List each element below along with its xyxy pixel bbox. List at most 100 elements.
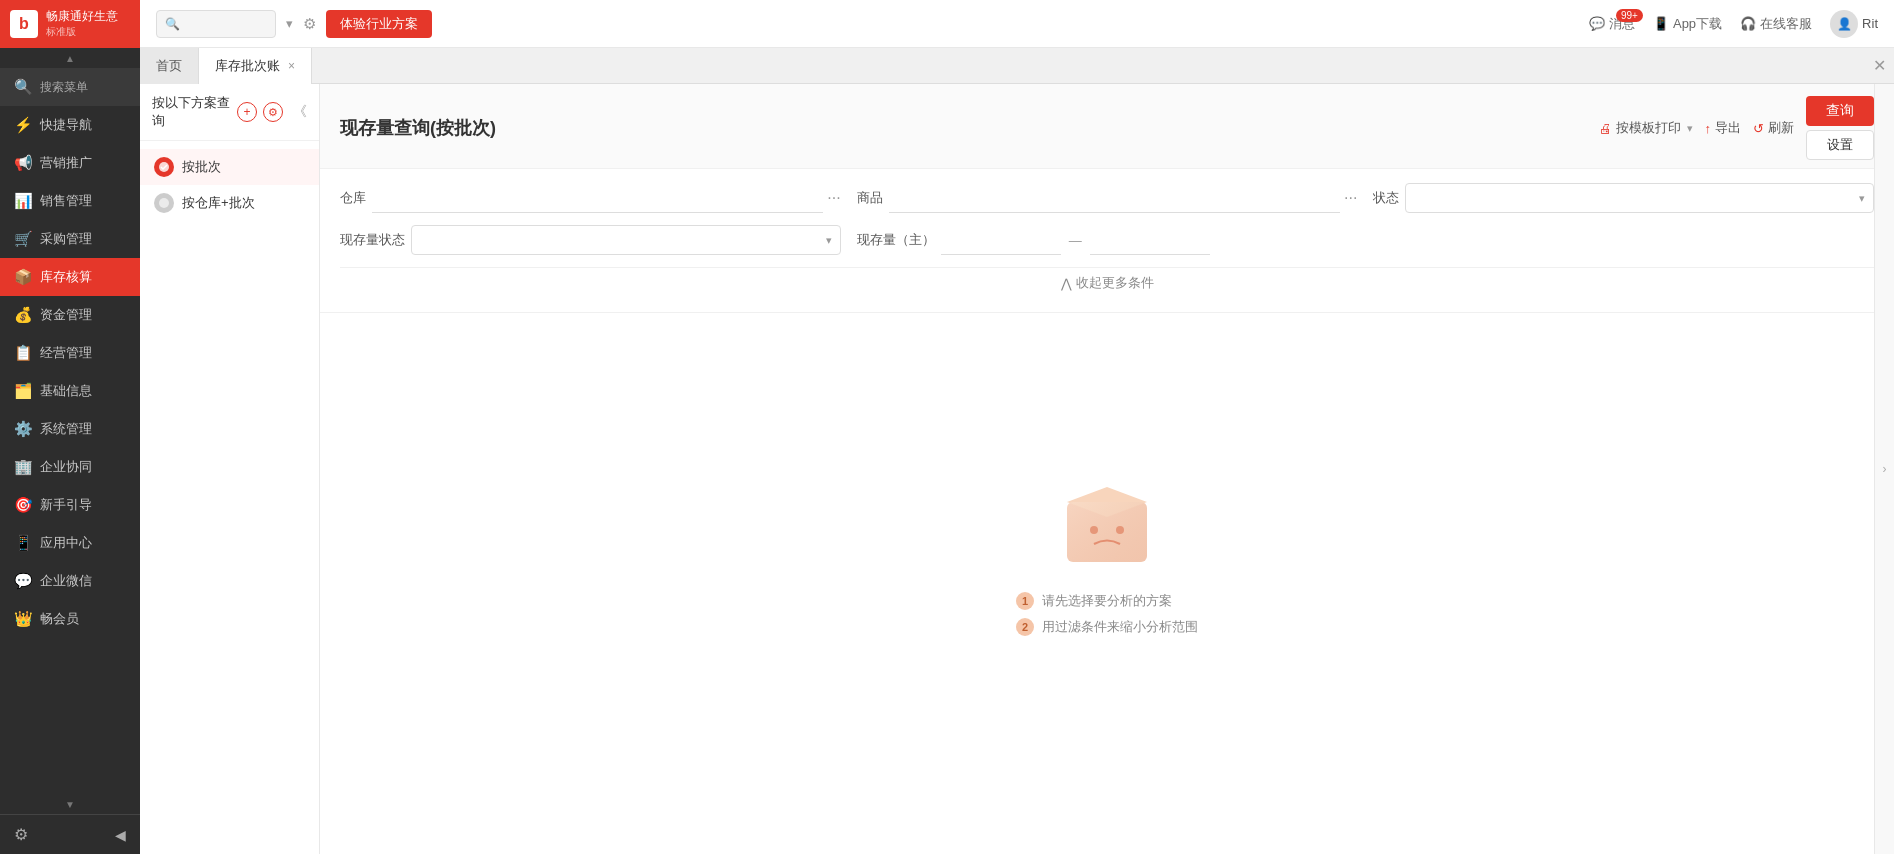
filter-area: 仓库 ··· 商品 ··· 状态 ▾ — [320, 169, 1894, 313]
appcenter-icon: 📱 — [14, 534, 32, 552]
search-icon: 🔍 — [14, 78, 32, 96]
svg-point-5 — [1090, 526, 1098, 534]
sales-icon: 📊 — [14, 192, 32, 210]
system-icon: ⚙️ — [14, 420, 32, 438]
settings-gear-icon[interactable]: ⚙ — [303, 15, 316, 33]
stock-status-dropdown[interactable]: ▾ — [411, 225, 841, 255]
basic-icon: 🗂️ — [14, 382, 32, 400]
sidebar-item-label: 基础信息 — [40, 382, 92, 400]
status-dropdown[interactable]: ▾ — [1405, 183, 1874, 213]
print-btn[interactable]: 🖨 按模板打印 ▾ — [1599, 119, 1693, 137]
tab-inventory-batch[interactable]: 库存批次账 × — [199, 48, 312, 84]
sidebar-scroll-down[interactable]: ▼ — [0, 794, 140, 814]
app-download-btn[interactable]: 📱 App下载 — [1653, 15, 1722, 33]
empty-illustration — [1047, 472, 1167, 572]
export-btn[interactable]: ↑ 导出 — [1705, 119, 1742, 137]
sidebar-item-basic[interactable]: 🗂️ 基础信息 — [0, 372, 140, 410]
plan-list: 按批次 按仓库+批次 — [140, 141, 319, 229]
sidebar-item-label: 快捷导航 — [40, 116, 92, 134]
warehouse-more-icon[interactable]: ··· — [827, 189, 840, 207]
empty-tips: 1 请先选择要分析的方案 2 用过滤条件来缩小分析范围 — [1016, 592, 1198, 636]
page-title-bar: 现存量查询(按批次) 🖨 按模板打印 ▾ ↑ 导出 ↺ 刷新 — [320, 84, 1894, 169]
tab-close-icon[interactable]: × — [288, 59, 295, 73]
sidebar-item-label: 企业微信 — [40, 572, 92, 590]
sidebar-item-inventory[interactable]: 📦 库存核算 — [0, 258, 140, 296]
filter-stock-status: 现存量状态 ▾ — [340, 225, 841, 255]
sidebar-item-purchase[interactable]: 🛒 采购管理 — [0, 220, 140, 258]
sidebar-item-quick-nav[interactable]: ⚡ 快捷导航 — [0, 106, 140, 144]
plan-label-warehouse-batch: 按仓库+批次 — [182, 194, 255, 212]
status-label: 状态 — [1373, 189, 1399, 207]
sidebar-item-label: 销售管理 — [40, 192, 92, 210]
purchase-icon: 🛒 — [14, 230, 32, 248]
sidebar-item-operations[interactable]: 📋 经营管理 — [0, 334, 140, 372]
refresh-btn[interactable]: ↺ 刷新 — [1753, 119, 1794, 137]
headset-icon: 🎧 — [1740, 16, 1756, 31]
sidebar-item-wechat[interactable]: 💬 企业微信 — [0, 562, 140, 600]
user-name: Rit — [1862, 16, 1878, 31]
settings-icon[interactable]: ⚙ — [14, 825, 28, 844]
plan-item-batch[interactable]: 按批次 — [140, 149, 319, 185]
content-area: 按以下方案查询 + ⚙ 《 按批次 按仓库 — [140, 84, 1894, 854]
goods-more-icon[interactable]: ··· — [1344, 189, 1357, 207]
user-avatar-btn[interactable]: 👤 Rit — [1830, 10, 1878, 38]
tip-num-1: 1 — [1016, 592, 1034, 610]
left-panel-title: 按以下方案查询 — [152, 94, 237, 130]
settings-button[interactable]: 设置 — [1806, 130, 1874, 160]
online-service-btn[interactable]: 🎧 在线客服 — [1740, 15, 1812, 33]
warehouse-label: 仓库 — [340, 189, 366, 207]
sidebar-item-newuser[interactable]: 🎯 新手引导 — [0, 486, 140, 524]
flash-icon: ⚡ — [14, 116, 32, 134]
sidebar-item-system[interactable]: ⚙️ 系统管理 — [0, 410, 140, 448]
topbar-search-box: 🔍 — [156, 10, 276, 38]
right-panel-toggle[interactable]: › — [1874, 84, 1894, 854]
warehouse-input[interactable] — [372, 183, 823, 213]
collapse-panel-icon[interactable]: 《 — [293, 103, 307, 121]
settings-plan-btn[interactable]: ⚙ — [263, 102, 283, 122]
app-download-label: App下载 — [1673, 15, 1722, 33]
sidebar-item-vip[interactable]: 👑 畅会员 — [0, 600, 140, 638]
add-plan-btn[interactable]: + — [237, 102, 257, 122]
sidebar-item-sales[interactable]: 📊 销售管理 — [0, 182, 140, 220]
sidebar-scroll-up[interactable]: ▲ — [0, 48, 140, 68]
vip-icon: 👑 — [14, 610, 32, 628]
left-panel-header: 按以下方案查询 + ⚙ 《 — [140, 84, 319, 141]
sidebar-item-label: 经营管理 — [40, 344, 92, 362]
collapse-sidebar-icon[interactable]: ◀ — [115, 827, 126, 843]
chevron-down-icon[interactable]: ▾ — [286, 16, 293, 31]
sidebar-item-enterprise[interactable]: 🏢 企业协同 — [0, 448, 140, 486]
sidebar-item-label: 系统管理 — [40, 420, 92, 438]
sidebar-item-finance[interactable]: 💰 资金管理 — [0, 296, 140, 334]
sidebar-item-label: 应用中心 — [40, 534, 92, 552]
left-panel: 按以下方案查询 + ⚙ 《 按批次 按仓库 — [140, 84, 320, 854]
plan-item-warehouse-batch[interactable]: 按仓库+批次 — [140, 185, 319, 221]
sidebar-item-marketing[interactable]: 📢 营销推广 — [0, 144, 140, 182]
stock-qty-max-input[interactable] — [1090, 225, 1210, 255]
collapse-filters-btn[interactable]: ⋀ 收起更多条件 — [340, 267, 1874, 298]
filter-row-2: 现存量状态 ▾ 现存量（主） — — [340, 225, 1874, 255]
messages-btn[interactable]: 💬 消息 99+ — [1589, 15, 1635, 33]
goods-input[interactable] — [889, 183, 1340, 213]
sidebar-nav: 🔍 搜索菜单 ⚡ 快捷导航 📢 营销推广 📊 销售管理 🛒 采购管理 📦 库存核… — [0, 68, 140, 794]
sidebar-item-label: 采购管理 — [40, 230, 92, 248]
print-icon: 🖨 — [1599, 121, 1612, 136]
marketing-icon: 📢 — [14, 154, 32, 172]
tip-text-1: 请先选择要分析的方案 — [1042, 592, 1172, 610]
sidebar-item-search[interactable]: 🔍 搜索菜单 — [0, 68, 140, 106]
status-dropdown-icon: ▾ — [1859, 192, 1865, 205]
topbar: 🔍 ▾ ⚙ 体验行业方案 💬 消息 99+ 📱 App下载 🎧 在线客服 — [140, 0, 1894, 48]
filter-goods: 商品 ··· — [857, 183, 1358, 213]
print-dropdown-icon[interactable]: ▾ — [1687, 122, 1693, 135]
tip-num-2: 2 — [1016, 618, 1034, 636]
query-button[interactable]: 查询 — [1806, 96, 1874, 126]
experience-btn[interactable]: 体验行业方案 — [326, 10, 432, 38]
sidebar: b 畅康通好生意 标准版 ▲ 🔍 搜索菜单 ⚡ 快捷导航 📢 营销推广 📊 销售… — [0, 0, 140, 854]
sidebar-item-appcenter[interactable]: 📱 应用中心 — [0, 524, 140, 562]
tab-home[interactable]: 首页 — [140, 48, 199, 84]
tab-panel-close-icon[interactable]: ✕ — [1873, 56, 1886, 75]
left-panel-icons: + ⚙ 《 — [237, 102, 307, 122]
stock-qty-range: — — [941, 225, 1210, 255]
stock-qty-min-input[interactable] — [941, 225, 1061, 255]
sidebar-header: b 畅康通好生意 标准版 — [0, 0, 140, 48]
inventory-icon: 📦 — [14, 268, 32, 286]
